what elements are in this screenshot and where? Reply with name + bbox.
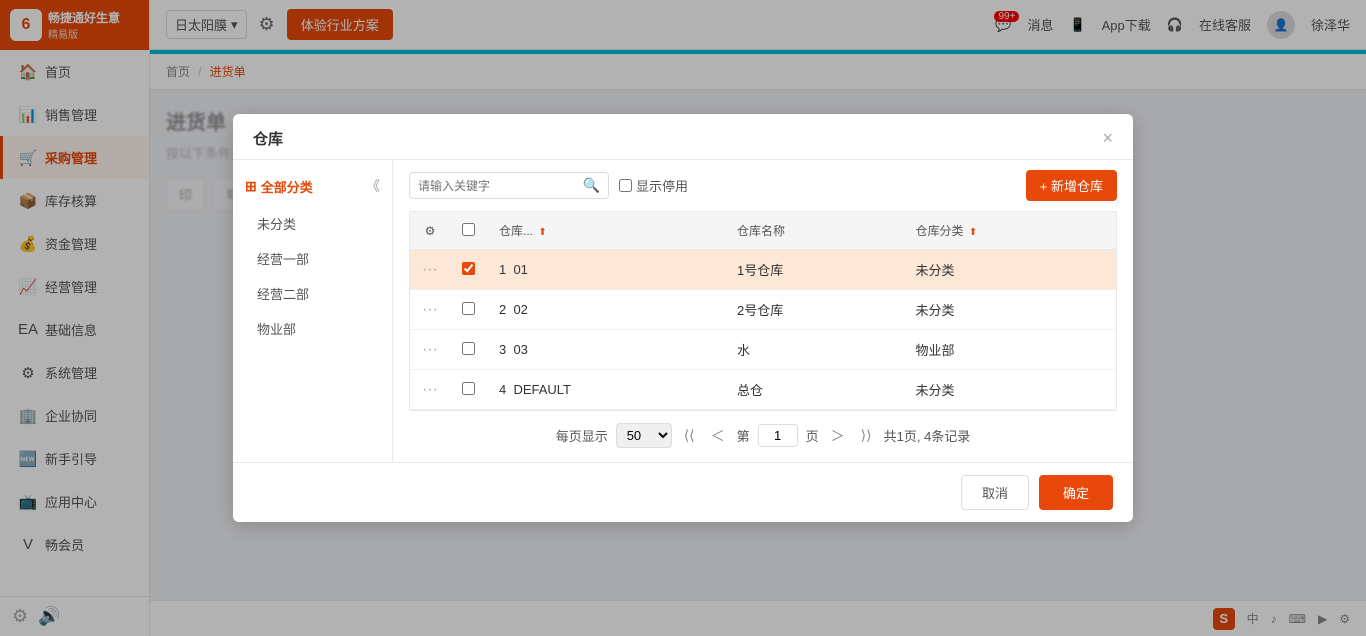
category-item[interactable]: 经营一部	[233, 241, 392, 276]
warehouse-toolbar: 🔍 显示停用 + 新增仓库	[409, 170, 1117, 201]
row-code: 3 03	[487, 330, 725, 370]
last-page-btn[interactable]: ⟩⟩	[857, 425, 876, 446]
dialog-footer: 取消 确定	[233, 462, 1133, 522]
col-gear: ⚙	[410, 212, 450, 250]
per-page-select[interactable]: 50 100	[616, 423, 672, 448]
category-list: 未分类经营一部经营二部物业部	[233, 206, 392, 346]
row-check-cell	[450, 330, 487, 370]
col-check	[450, 212, 487, 250]
collapse-icon[interactable]: 《	[366, 176, 380, 196]
row-code: 2 02	[487, 290, 725, 330]
row-name: 2号仓库	[725, 290, 903, 330]
first-page-btn[interactable]: ⟨⟨	[680, 425, 699, 446]
dialog-title: 仓库	[253, 128, 283, 149]
warehouse-table: ⚙ 仓库... ⬆ 仓库名称	[410, 212, 1116, 410]
col-gear-icon[interactable]: ⚙	[425, 224, 436, 238]
prev-page-btn[interactable]: ＜	[707, 424, 729, 448]
sort-icon-cat: ⬆	[969, 227, 977, 238]
row-name: 总仓	[725, 370, 903, 410]
warehouse-table-wrap: ⚙ 仓库... ⬆ 仓库名称	[409, 211, 1117, 411]
row-menu-icon[interactable]: ···	[422, 261, 438, 278]
warehouse-dialog: 仓库 × ⊞ 全部分类 《 未分类经营一部经营二部物	[233, 114, 1133, 522]
per-page-label: 每页显示	[556, 426, 608, 445]
category-item[interactable]: 未分类	[233, 206, 392, 241]
row-category: 未分类	[903, 290, 1116, 330]
all-category-label: 全部分类	[261, 177, 313, 196]
row-checkbox[interactable]	[462, 302, 475, 315]
cancel-button[interactable]: 取消	[961, 475, 1029, 510]
table-row[interactable]: ··· 3 03 水 物业部	[410, 330, 1116, 370]
col-name-label: 仓库名称	[737, 224, 785, 238]
page-input[interactable]	[758, 424, 798, 447]
row-checkbox[interactable]	[462, 262, 475, 275]
all-category-btn[interactable]: ⊞ 全部分类	[245, 177, 313, 196]
select-all-checkbox[interactable]	[462, 223, 475, 236]
close-icon[interactable]: ×	[1102, 128, 1113, 149]
dialog-body: ⊞ 全部分类 《 未分类经营一部经营二部物业部	[233, 160, 1133, 462]
row-menu-icon[interactable]: ···	[422, 341, 438, 358]
content-area: 进货单 按以下条件查询 印 导出 刷新 查询 设置 仓库 ×	[150, 90, 1366, 600]
row-menu-icon[interactable]: ···	[422, 301, 438, 318]
row-category: 物业部	[903, 330, 1116, 370]
table-row[interactable]: ··· 4 DEFAULT 总仓 未分类	[410, 370, 1116, 410]
confirm-button[interactable]: 确定	[1039, 475, 1113, 510]
category-item[interactable]: 物业部	[233, 311, 392, 346]
row-menu-icon[interactable]: ···	[422, 381, 438, 398]
row-checkbox[interactable]	[462, 382, 475, 395]
dialog-header: 仓库 ×	[233, 114, 1133, 160]
disabled-checkbox[interactable]	[619, 179, 632, 192]
col-code: 仓库... ⬆	[487, 212, 725, 250]
row-menu-cell: ···	[410, 330, 450, 370]
grid-icon: ⊞	[245, 178, 257, 195]
search-icon[interactable]: 🔍	[583, 177, 600, 194]
row-category: 未分类	[903, 370, 1116, 410]
row-menu-cell: ···	[410, 250, 450, 290]
col-category: 仓库分类 ⬆	[903, 212, 1116, 250]
row-check-cell	[450, 370, 487, 410]
show-disabled-label: 显示停用	[636, 176, 688, 195]
row-check-cell	[450, 290, 487, 330]
main-content: 日太阳膜 ▾ ⚙ 体验行业方案 💬 99+ 消息 📱 App下载 🎧 在线客服 …	[150, 0, 1366, 636]
row-name: 1号仓库	[725, 250, 903, 290]
show-disabled-checkbox[interactable]: 显示停用	[619, 176, 688, 195]
page-label: 第	[737, 426, 750, 445]
row-category: 未分类	[903, 250, 1116, 290]
table-header-row: ⚙ 仓库... ⬆ 仓库名称	[410, 212, 1116, 250]
total-info: 共1页, 4条记录	[884, 426, 971, 445]
sort-icon-code: ⬆	[538, 227, 546, 238]
row-menu-cell: ···	[410, 370, 450, 410]
row-check-cell	[450, 250, 487, 290]
modal-overlay: 仓库 × ⊞ 全部分类 《 未分类经营一部经营二部物	[150, 90, 1366, 600]
search-input[interactable]	[418, 179, 583, 193]
search-box: 🔍	[409, 172, 609, 199]
row-menu-cell: ···	[410, 290, 450, 330]
page-unit: 页	[806, 426, 819, 445]
category-panel: ⊞ 全部分类 《 未分类经营一部经营二部物业部	[233, 160, 393, 462]
row-code: 4 DEFAULT	[487, 370, 725, 410]
col-code-label: 仓库...	[499, 224, 533, 238]
next-page-btn[interactable]: ＞	[827, 424, 849, 448]
col-name: 仓库名称	[725, 212, 903, 250]
warehouse-panel: 🔍 显示停用 + 新增仓库	[393, 160, 1133, 462]
row-code: 1 01	[487, 250, 725, 290]
table-row[interactable]: ··· 2 02 2号仓库 未分类	[410, 290, 1116, 330]
warehouse-table-body: ··· 1 01 1号仓库 未分类 ··· 2 02 2号仓库 未分类 ··· …	[410, 250, 1116, 410]
table-row[interactable]: ··· 1 01 1号仓库 未分类	[410, 250, 1116, 290]
col-category-label: 仓库分类	[915, 224, 963, 238]
row-name: 水	[725, 330, 903, 370]
row-checkbox[interactable]	[462, 342, 475, 355]
category-header: ⊞ 全部分类 《	[233, 170, 392, 206]
category-item[interactable]: 经营二部	[233, 276, 392, 311]
pagination: 每页显示 50 100 ⟨⟨ ＜ 第 页 ＞ ⟩⟩	[409, 411, 1117, 452]
add-warehouse-button[interactable]: + 新增仓库	[1026, 170, 1117, 201]
